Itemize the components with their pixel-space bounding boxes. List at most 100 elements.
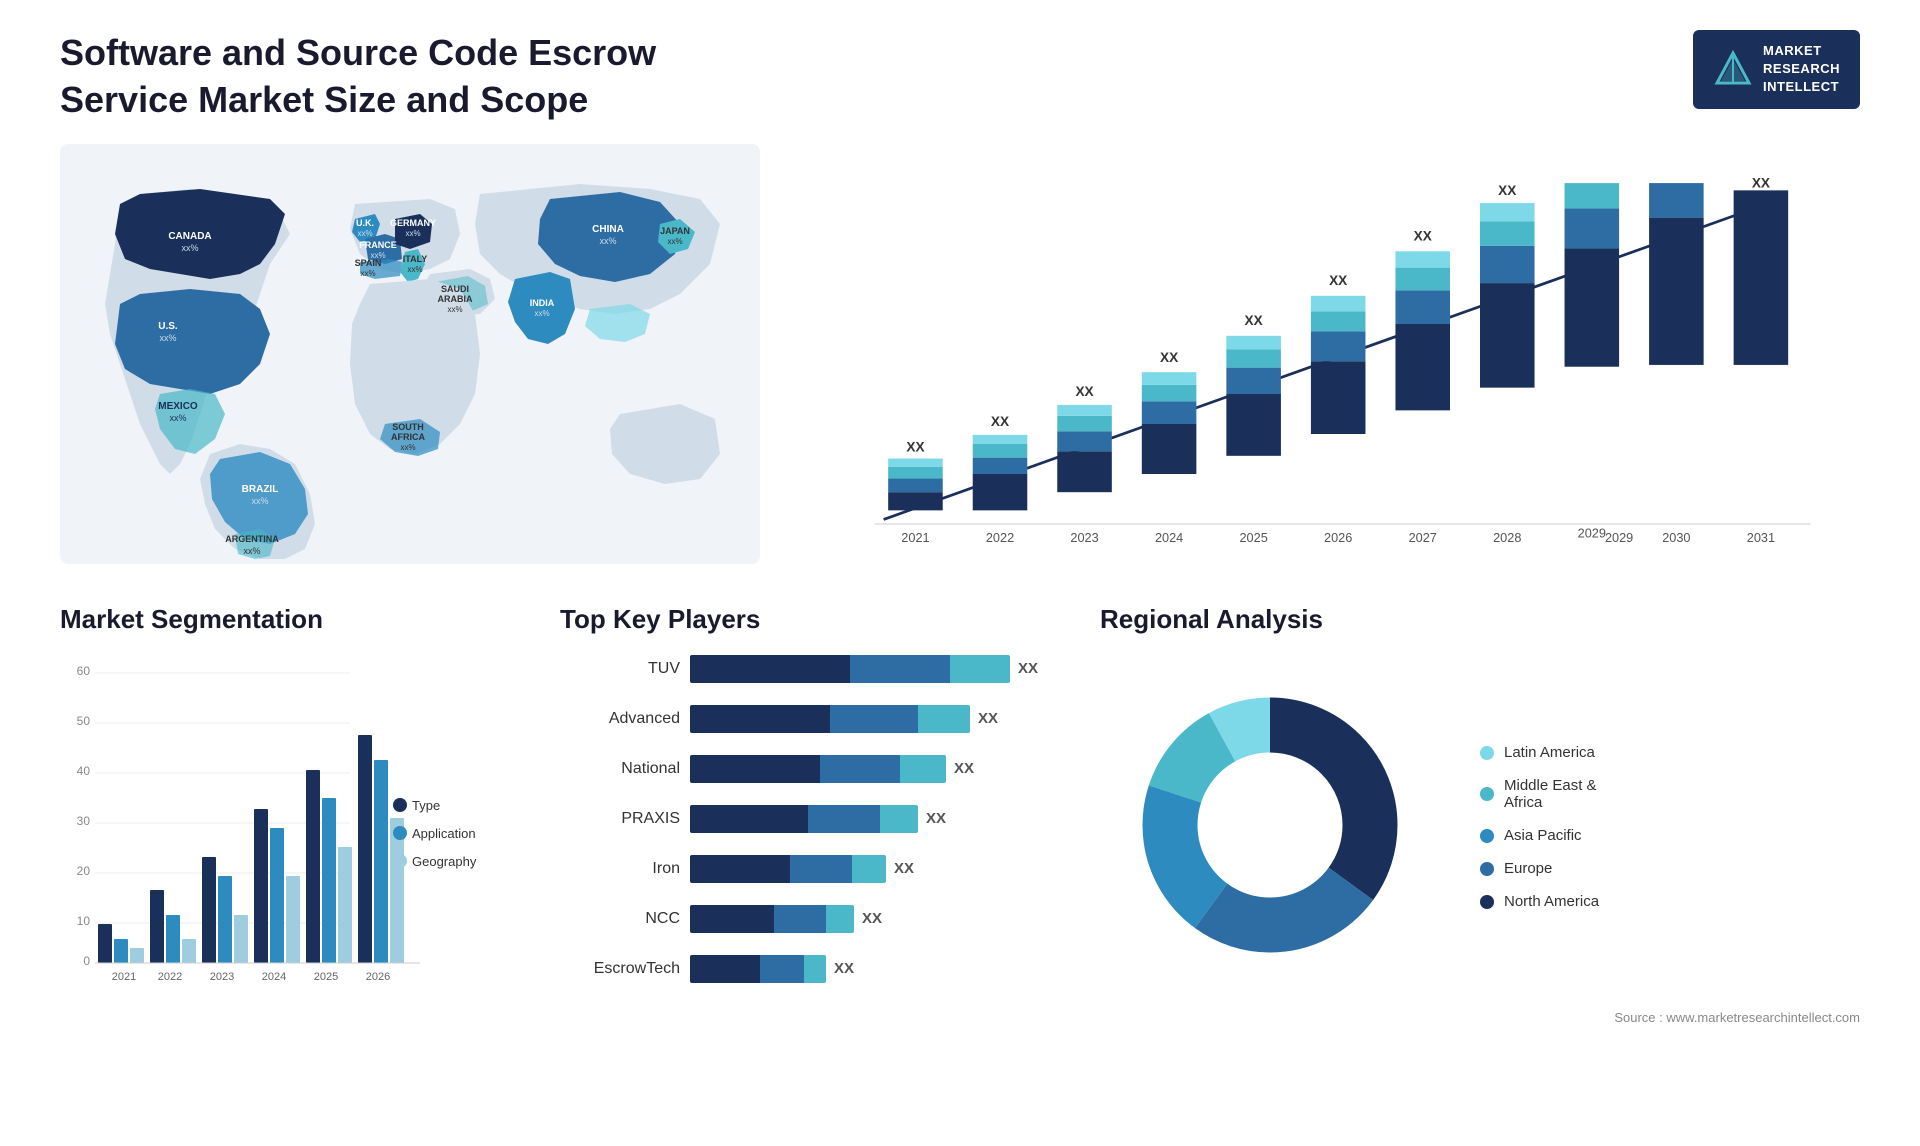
svg-text:2024: 2024 [1155,530,1183,545]
source-text: Source : www.marketresearchintellect.com [1100,1010,1860,1025]
legend-label-latin: Latin America [1504,744,1595,761]
svg-text:CANADA: CANADA [168,231,211,242]
player-row: TUV XX [560,655,1060,683]
svg-text:xx%: xx% [357,229,372,238]
svg-text:ITALY: ITALY [403,254,428,264]
player-row: EscrowTech XX [560,955,1060,983]
svg-text:JAPAN: JAPAN [660,226,690,236]
donut-area: Latin America Middle East &Africa Asia P… [1100,655,1860,1000]
svg-text:0: 0 [83,954,90,968]
legend-dot-europe [1480,862,1494,876]
segmentation-title: Market Segmentation [60,604,520,635]
legend-item: Latin America [1480,744,1599,761]
svg-text:xx%: xx% [159,333,176,343]
player-bar-wrap: XX [690,655,1060,683]
player-name: National [560,760,680,778]
legend-label-apac: Asia Pacific [1504,827,1582,844]
bottom-section: Market Segmentation 60 50 40 30 20 10 0 [60,604,1860,1084]
svg-text:2026: 2026 [1324,530,1352,545]
player-xx: XX [1018,660,1038,677]
top-section: CANADA xx% U.S. xx% MEXICO xx% BRAZIL xx… [60,144,1860,564]
svg-text:ARGENTINA: ARGENTINA [225,534,279,544]
logo-text: MARKET RESEARCH INTELLECT [1763,42,1840,97]
svg-text:xx%: xx% [251,496,268,506]
svg-text:60: 60 [77,664,91,678]
player-name: Iron [560,860,680,878]
svg-text:2021: 2021 [112,971,136,983]
player-name: EscrowTech [560,960,680,978]
page-container: Software and Source Code Escrow Service … [0,0,1920,1146]
svg-text:xx%: xx% [407,265,422,274]
regional-container: Regional Analysis [1100,604,1860,1084]
player-xx: XX [926,810,946,827]
player-name: TUV [560,660,680,678]
svg-text:2026: 2026 [366,971,390,983]
svg-text:XX: XX [1752,175,1770,190]
legend-item: Middle East &Africa [1480,777,1599,811]
svg-text:XX: XX [1498,183,1516,198]
svg-text:Application: Application [412,826,476,841]
legend-dot-apac [1480,829,1494,843]
player-xx: XX [978,710,998,727]
player-bar-wrap: XX [690,705,1060,733]
player-bar-wrap: XX [690,905,1060,933]
svg-text:Geography: Geography [412,854,477,869]
player-name: PRAXIS [560,810,680,828]
logo-box: MARKET RESEARCH INTELLECT [1693,30,1860,109]
svg-text:ARABIA: ARABIA [438,294,473,304]
svg-text:U.K.: U.K. [356,218,374,228]
svg-text:2027: 2027 [1409,530,1437,545]
legend-label-europe: Europe [1504,860,1552,877]
svg-text:xx%: xx% [169,413,186,423]
svg-text:XX: XX [1160,350,1178,365]
segmentation-container: Market Segmentation 60 50 40 30 20 10 0 [60,604,520,1084]
svg-text:SAUDI: SAUDI [441,284,469,294]
svg-text:30: 30 [77,814,91,828]
player-bar-wrap: XX [690,955,1060,983]
svg-text:xx%: xx% [181,243,198,253]
svg-text:2023: 2023 [210,971,234,983]
legend-list: Latin America Middle East &Africa Asia P… [1480,744,1599,910]
svg-text:XX: XX [1414,228,1432,243]
svg-text:2022: 2022 [158,971,182,983]
svg-text:50: 50 [77,714,91,728]
svg-text:2023: 2023 [1070,530,1098,545]
world-map: CANADA xx% U.S. xx% MEXICO xx% BRAZIL xx… [60,144,760,564]
svg-text:GERMANY: GERMANY [390,218,436,228]
svg-text:2029: 2029 [1605,530,1633,545]
market-size-chart: XX 2021 XX 2022 XX 2023 [820,164,1820,584]
svg-text:2024: 2024 [262,971,286,983]
svg-text:XX: XX [906,439,924,454]
player-name: NCC [560,910,680,928]
svg-text:xx%: xx% [534,309,549,318]
player-xx: XX [862,910,882,927]
player-xx: XX [894,860,914,877]
svg-text:xx%: xx% [405,229,420,238]
legend-label-na: North America [1504,893,1599,910]
page-title: Software and Source Code Escrow Service … [60,30,760,124]
svg-text:CHINA: CHINA [592,224,624,235]
svg-text:2030: 2030 [1662,530,1690,545]
svg-text:xx%: xx% [599,236,616,246]
map-container: CANADA xx% U.S. xx% MEXICO xx% BRAZIL xx… [60,144,760,564]
donut-chart [1100,655,1440,995]
svg-text:INDIA: INDIA [530,298,555,308]
legend-dot-latin [1480,746,1494,760]
svg-text:BRAZIL: BRAZIL [242,484,279,495]
legend-item: North America [1480,893,1599,910]
svg-text:xx%: xx% [243,546,260,556]
svg-text:2029: 2029 [1578,525,1606,540]
logo-icon [1713,49,1753,89]
svg-text:xx%: xx% [447,305,462,314]
legend-label-mea: Middle East &Africa [1504,777,1597,811]
player-row: PRAXIS XX [560,805,1060,833]
svg-text:XX: XX [991,413,1009,428]
segmentation-chart: 60 50 40 30 20 10 0 [60,655,520,1035]
svg-text:2025: 2025 [314,971,338,983]
svg-text:xx%: xx% [400,443,415,452]
svg-text:SPAIN: SPAIN [355,258,382,268]
svg-text:20: 20 [77,864,91,878]
svg-text:Type: Type [412,798,440,813]
donut-svg-wrap [1100,655,1440,1000]
svg-text:XX: XX [1329,273,1347,288]
